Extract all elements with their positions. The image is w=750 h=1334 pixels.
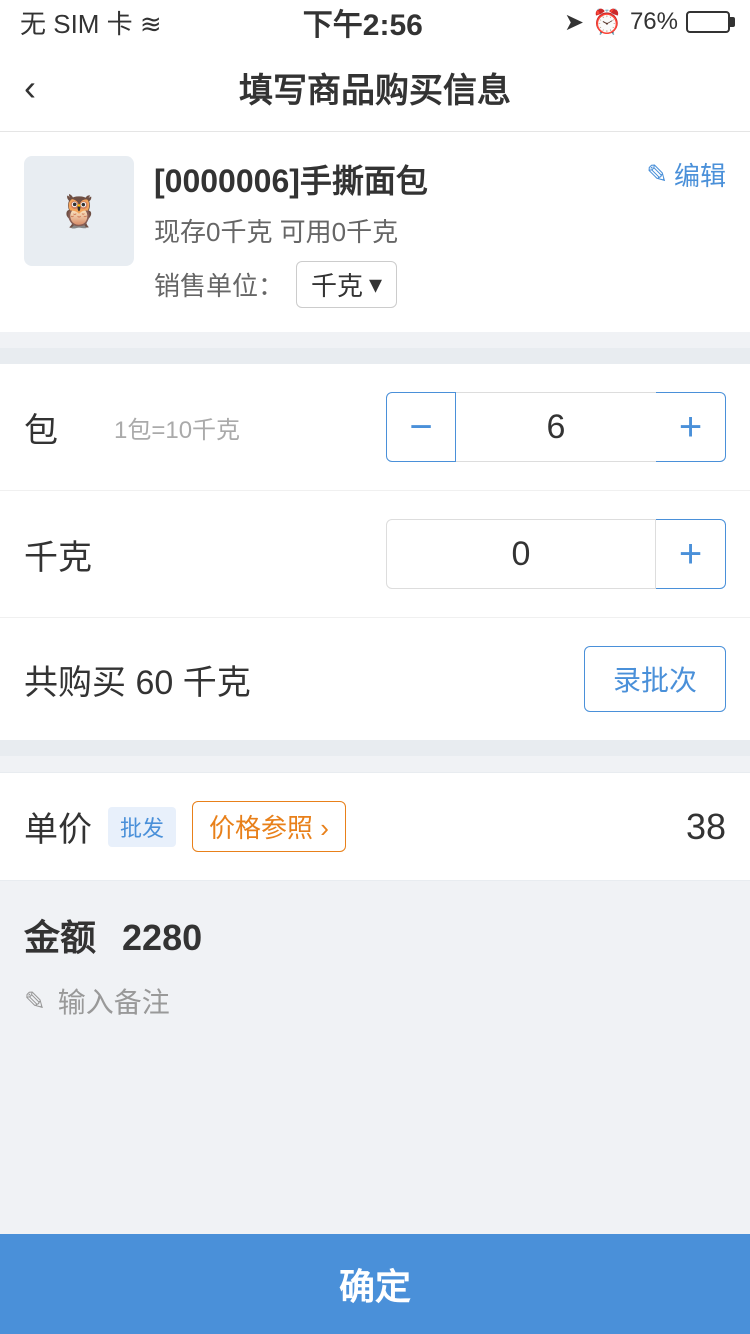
- battery-percent: 76%: [630, 8, 678, 36]
- price-ref-button[interactable]: 价格参照 ›: [192, 801, 346, 852]
- alarm-icon: ⏰: [592, 8, 622, 37]
- page-title: 填写商品购买信息: [239, 63, 511, 112]
- unit-label: 销售单位：: [154, 266, 284, 303]
- battery-icon: [686, 11, 730, 33]
- product-logo: 🦉: [59, 192, 99, 230]
- product-info: [0000006]手撕面包 现存0千克 可用0千克 销售单位： 千克 ▾: [154, 156, 726, 308]
- edit-icon: ✎: [646, 159, 668, 190]
- price-row: 单价 批发 价格参照 › 38: [24, 801, 726, 852]
- amount-value: 2280: [122, 917, 202, 958]
- summary-row: 共购买 60 千克 录批次: [0, 618, 750, 740]
- amount-section: 金额 2280 ✎ 输入备注: [0, 881, 750, 1234]
- product-unit-row: 销售单位： 千克 ▾: [154, 261, 726, 308]
- unit-select[interactable]: 千克 ▾: [296, 261, 397, 308]
- bag-sub: 1包=10千克: [114, 410, 240, 445]
- kg-input[interactable]: [386, 519, 656, 589]
- kg-stepper: +: [386, 519, 726, 589]
- product-stock: 现存0千克 可用0千克: [154, 212, 726, 249]
- pencil-icon: ✎: [24, 986, 46, 1017]
- confirm-label: 确定: [339, 1258, 411, 1310]
- status-time: 下午2:56: [303, 0, 423, 44]
- edit-button[interactable]: ✎ 编辑: [646, 156, 726, 193]
- batch-button[interactable]: 录批次: [584, 646, 726, 712]
- confirm-button[interactable]: 确定: [0, 1234, 750, 1334]
- summary-text: 共购买 60 千克: [24, 655, 251, 704]
- price-badge: 批发: [108, 807, 176, 847]
- form-section: 包 1包=10千克 − + 千克 + 共购买 60 千克 录批次: [0, 364, 750, 740]
- unit-value: 千克: [311, 266, 363, 303]
- status-icons: ➤ ⏰ 76%: [564, 8, 730, 37]
- product-image: 🦉: [24, 156, 134, 266]
- kg-increment-button[interactable]: +: [656, 519, 726, 589]
- status-bar: 无 SIM 卡 ≋ 下午2:56 ➤ ⏰ 76%: [0, 0, 750, 44]
- unit-chevron-icon: ▾: [369, 269, 382, 300]
- amount-row: 金额 2280: [24, 909, 726, 961]
- remark-row[interactable]: ✎ 输入备注: [24, 981, 726, 1021]
- bag-increment-button[interactable]: +: [656, 392, 726, 462]
- bag-label: 包: [24, 403, 104, 452]
- nav-bar: ‹ 填写商品购买信息: [0, 44, 750, 132]
- divider-2: [0, 740, 750, 756]
- back-button[interactable]: ‹: [24, 67, 36, 109]
- remark-placeholder: 输入备注: [58, 981, 170, 1021]
- price-section: 单价 批发 价格参照 › 38: [0, 772, 750, 881]
- divider-1: [0, 348, 750, 364]
- edit-label: 编辑: [674, 156, 726, 193]
- status-network: 无 SIM 卡 ≋: [20, 4, 162, 41]
- kg-label: 千克: [24, 530, 104, 579]
- amount-label: 金额: [24, 917, 96, 958]
- bag-input[interactable]: [456, 392, 656, 462]
- bag-row: 包 1包=10千克 − +: [0, 364, 750, 491]
- product-card: 🦉 [0000006]手撕面包 现存0千克 可用0千克 销售单位： 千克 ▾ ✎…: [0, 132, 750, 332]
- product-name: [0000006]手撕面包: [154, 156, 726, 202]
- bag-decrement-button[interactable]: −: [386, 392, 456, 462]
- bag-stepper: − +: [386, 392, 726, 462]
- price-label: 单价: [24, 802, 92, 851]
- location-icon: ➤: [564, 8, 584, 37]
- kg-row: 千克 +: [0, 491, 750, 618]
- price-value: 38: [686, 806, 726, 848]
